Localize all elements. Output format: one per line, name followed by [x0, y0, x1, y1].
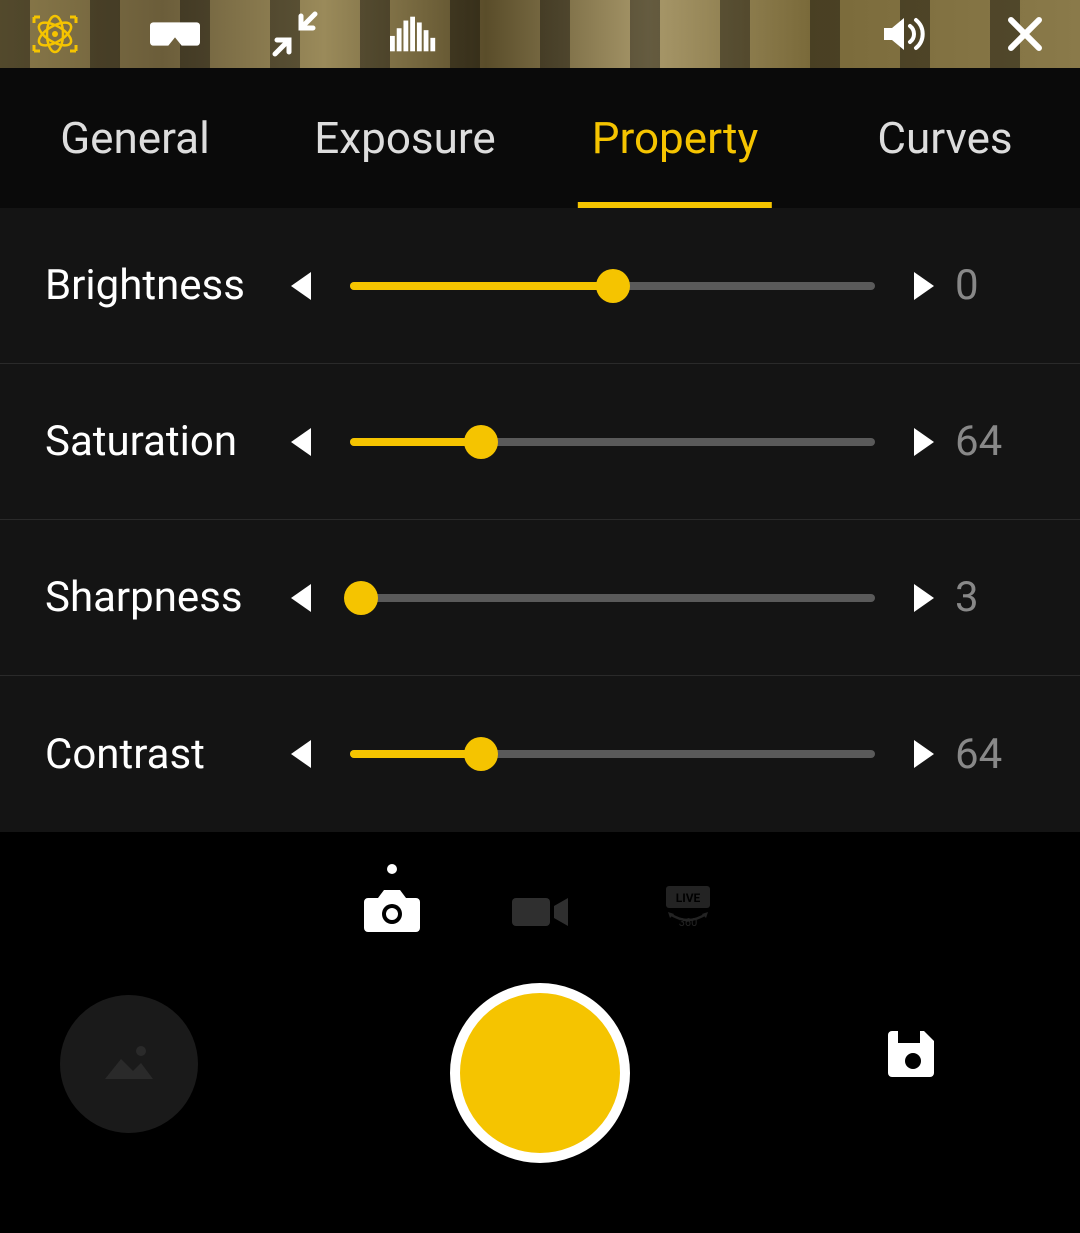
photo-mode-button[interactable] — [364, 864, 420, 932]
contrast-row: Contrast 64 — [0, 676, 1080, 832]
settings-tabs: General Exposure Property Curves — [0, 68, 1080, 208]
live360-icon: LIVE 360 — [660, 884, 716, 932]
contrast-label: Contrast — [45, 730, 280, 779]
shutter-button[interactable] — [450, 983, 630, 1163]
svg-text:360: 360 — [679, 916, 698, 929]
saturation-slider[interactable] — [320, 438, 905, 446]
save-button[interactable] — [886, 1025, 940, 1083]
saturation-decrease-button[interactable] — [280, 426, 320, 458]
close-icon[interactable] — [1000, 16, 1050, 52]
camera-preview-strip — [0, 0, 1080, 68]
video-camera-icon — [510, 892, 570, 932]
brightness-increase-button[interactable] — [905, 270, 945, 302]
saturation-increase-button[interactable] — [905, 426, 945, 458]
live360-mode-button[interactable]: LIVE 360 — [660, 862, 716, 932]
capture-bar: LIVE 360 — [0, 832, 1080, 1233]
video-mode-button[interactable] — [510, 870, 570, 932]
tab-exposure[interactable]: Exposure — [270, 68, 540, 208]
sharpness-decrease-button[interactable] — [280, 582, 320, 614]
sharpness-slider[interactable] — [320, 594, 905, 602]
saturation-row: Saturation 64 — [0, 364, 1080, 520]
contrast-decrease-button[interactable] — [280, 738, 320, 770]
histogram-icon[interactable] — [390, 16, 440, 52]
contrast-increase-button[interactable] — [905, 738, 945, 770]
volume-icon[interactable] — [880, 16, 930, 52]
svg-text:LIVE: LIVE — [676, 891, 701, 905]
contrast-value: 64 — [955, 730, 1035, 779]
gallery-button[interactable] — [60, 995, 198, 1133]
contrast-slider[interactable] — [320, 750, 905, 758]
brightness-value: 0 — [955, 261, 1035, 310]
vr-headset-icon[interactable] — [150, 16, 200, 52]
collapse-icon[interactable] — [270, 16, 320, 52]
tab-general[interactable]: General — [0, 68, 270, 208]
active-mode-indicator-icon — [387, 864, 397, 874]
brightness-decrease-button[interactable] — [280, 270, 320, 302]
tab-curves[interactable]: Curves — [810, 68, 1080, 208]
sharpness-label: Sharpness — [45, 573, 280, 622]
sharpness-row: Sharpness 3 — [0, 520, 1080, 676]
image-placeholder-icon — [99, 1039, 159, 1089]
sharpness-value: 3 — [955, 573, 1035, 622]
sharpness-increase-button[interactable] — [905, 582, 945, 614]
brightness-label: Brightness — [45, 261, 280, 310]
atom-icon[interactable] — [30, 16, 80, 52]
brightness-slider[interactable] — [320, 282, 905, 290]
save-icon — [886, 1025, 940, 1079]
brightness-row: Brightness 0 — [0, 208, 1080, 364]
property-sliders: Brightness 0 Saturation 64 — [0, 208, 1080, 832]
saturation-label: Saturation — [45, 417, 280, 466]
tab-property[interactable]: Property — [540, 68, 810, 208]
saturation-value: 64 — [955, 417, 1035, 466]
camera-icon — [364, 886, 420, 932]
